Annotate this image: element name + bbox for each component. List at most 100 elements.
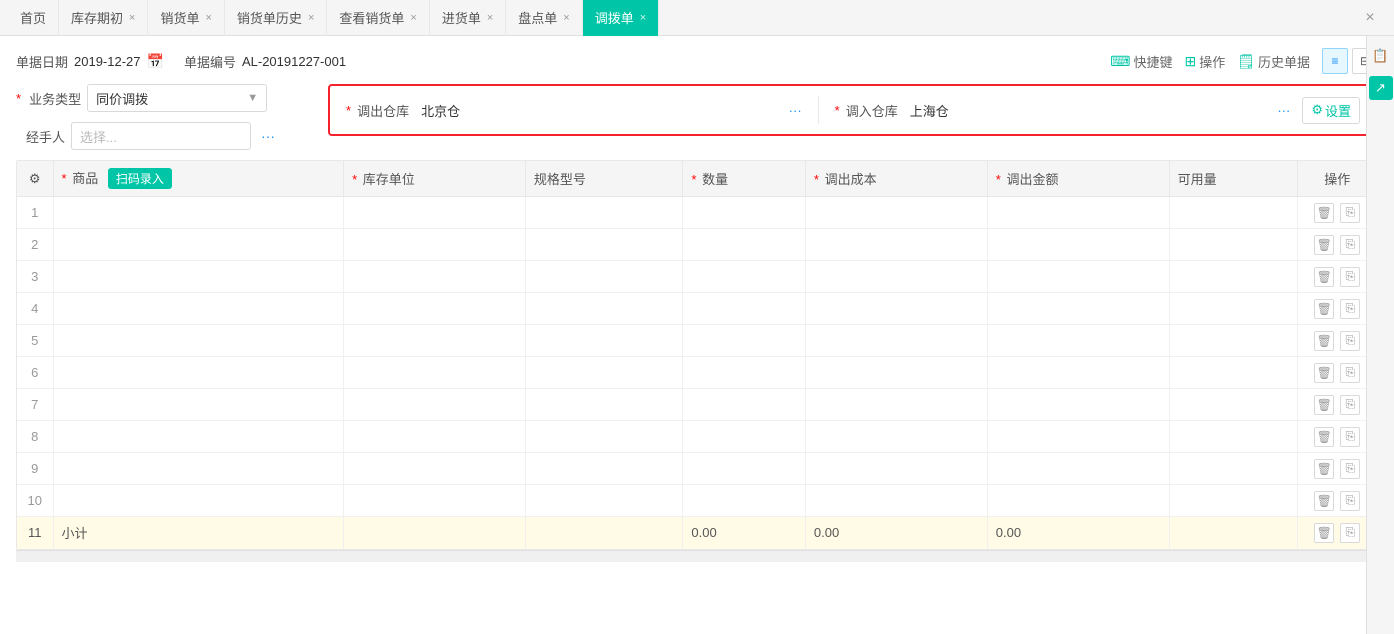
cell-amount[interactable] xyxy=(987,293,1169,325)
cell-unit[interactable] xyxy=(344,293,526,325)
cell-product[interactable] xyxy=(53,389,344,421)
copy-row-icon[interactable]: ⎘ xyxy=(1340,203,1360,223)
cell-amount[interactable] xyxy=(987,197,1169,229)
scan-input-button[interactable]: 扫码录入 xyxy=(108,168,172,189)
tab-sales-history[interactable]: 销货单历史 × xyxy=(225,0,327,36)
list-view-button[interactable]: ≡ xyxy=(1322,48,1348,74)
copy-row-icon[interactable]: ⎘ xyxy=(1340,267,1360,287)
cell-quantity[interactable] xyxy=(683,421,806,453)
cell-amount[interactable] xyxy=(987,357,1169,389)
tab-transfer[interactable]: 调拨单 × xyxy=(583,0,659,36)
copy-row-icon[interactable]: ⎘ xyxy=(1340,299,1360,319)
tab-close-inventory-init[interactable]: × xyxy=(129,12,135,24)
handler-input[interactable]: 选择... xyxy=(71,122,251,150)
cell-quantity[interactable] xyxy=(683,325,806,357)
delete-row-icon[interactable]: 🗑 xyxy=(1314,459,1334,479)
cell-quantity[interactable] xyxy=(683,357,806,389)
cell-spec[interactable] xyxy=(525,421,682,453)
cell-spec[interactable] xyxy=(525,357,682,389)
tab-stocktake[interactable]: 盘点单 × xyxy=(506,0,582,36)
cell-product[interactable] xyxy=(53,421,344,453)
window-close-button[interactable]: × xyxy=(1354,2,1386,34)
tab-home[interactable]: 首页 xyxy=(8,0,59,36)
cell-spec[interactable] xyxy=(525,485,682,517)
cell-spec[interactable] xyxy=(525,453,682,485)
cell-product[interactable] xyxy=(53,229,344,261)
cell-amount[interactable] xyxy=(987,325,1169,357)
cell-unit[interactable] xyxy=(344,261,526,293)
cell-cost[interactable] xyxy=(805,485,987,517)
cell-product[interactable] xyxy=(53,485,344,517)
horizontal-scrollbar[interactable] xyxy=(16,550,1378,562)
handler-more-icon[interactable]: ··· xyxy=(261,128,275,144)
delete-row-icon[interactable]: 🗑 xyxy=(1314,299,1334,319)
tab-close-stocktake[interactable]: × xyxy=(563,12,569,24)
delete-icon[interactable]: 🗑 xyxy=(1314,523,1334,543)
cell-spec[interactable] xyxy=(525,261,682,293)
cell-product[interactable] xyxy=(53,261,344,293)
delete-row-icon[interactable]: 🗑 xyxy=(1314,203,1334,223)
copy-row-icon[interactable]: ⎘ xyxy=(1340,427,1360,447)
cell-spec[interactable] xyxy=(525,197,682,229)
cell-cost[interactable] xyxy=(805,453,987,485)
warehouse-settings-button[interactable]: ⚙ 设置 xyxy=(1302,97,1360,124)
cell-amount[interactable] xyxy=(987,421,1169,453)
cell-amount[interactable] xyxy=(987,389,1169,421)
delete-row-icon[interactable]: 🗑 xyxy=(1314,267,1334,287)
tab-inventory-init[interactable]: 库存期初 × xyxy=(59,0,148,36)
copy-row-icon[interactable]: ⎘ xyxy=(1340,331,1360,351)
cell-quantity[interactable] xyxy=(683,453,806,485)
cell-spec[interactable] xyxy=(525,293,682,325)
tab-purchase[interactable]: 进货单 × xyxy=(430,0,506,36)
cell-cost[interactable] xyxy=(805,229,987,261)
cell-unit[interactable] xyxy=(344,357,526,389)
cell-unit[interactable] xyxy=(344,325,526,357)
cell-quantity[interactable] xyxy=(683,261,806,293)
business-type-input[interactable]: 同价调拨 ▼ xyxy=(87,84,267,112)
tab-close-purchase[interactable]: × xyxy=(487,12,493,24)
copy-row-icon[interactable]: ⎘ xyxy=(1340,395,1360,415)
sidebar-notes-icon[interactable]: 📋 xyxy=(1369,44,1393,68)
copy-row-icon[interactable]: ⎘ xyxy=(1340,459,1360,479)
cell-unit[interactable] xyxy=(344,197,526,229)
cell-cost[interactable] xyxy=(805,261,987,293)
cell-cost[interactable] xyxy=(805,421,987,453)
tab-close-transfer[interactable]: × xyxy=(640,12,646,24)
cell-unit[interactable] xyxy=(344,229,526,261)
cell-amount[interactable] xyxy=(987,261,1169,293)
cell-quantity[interactable] xyxy=(683,485,806,517)
tab-close-sales-history[interactable]: × xyxy=(308,12,314,24)
cell-amount[interactable] xyxy=(987,453,1169,485)
cell-product[interactable] xyxy=(53,453,344,485)
calendar-icon[interactable]: 📅 xyxy=(147,53,164,70)
cell-spec[interactable] xyxy=(525,389,682,421)
cell-unit[interactable] xyxy=(344,485,526,517)
tab-close-view-sales[interactable]: × xyxy=(410,12,416,24)
cell-product[interactable] xyxy=(53,357,344,389)
cell-cost[interactable] xyxy=(805,389,987,421)
copy-row-icon[interactable]: ⎘ xyxy=(1340,235,1360,255)
delete-row-icon[interactable]: 🗑 xyxy=(1314,331,1334,351)
tab-close-sales-order[interactable]: × xyxy=(205,12,211,24)
cell-spec[interactable] xyxy=(525,229,682,261)
cell-amount[interactable] xyxy=(987,229,1169,261)
cell-unit[interactable] xyxy=(344,421,526,453)
cell-product[interactable] xyxy=(53,293,344,325)
cell-product[interactable] xyxy=(53,197,344,229)
history-action[interactable]: 🗒 历史单据 xyxy=(1237,52,1310,71)
warehouse-in-more-icon[interactable]: ··· xyxy=(1277,103,1290,118)
cell-quantity[interactable] xyxy=(683,389,806,421)
cell-quantity[interactable] xyxy=(683,293,806,325)
sidebar-external-icon[interactable]: ↗ xyxy=(1369,76,1393,100)
delete-row-icon[interactable]: 🗑 xyxy=(1314,235,1334,255)
cell-quantity[interactable] xyxy=(683,229,806,261)
operations-action[interactable]: ⊞ 操作 xyxy=(1184,52,1225,71)
shortcut-action[interactable]: ⌨ 快捷键 xyxy=(1110,52,1172,71)
cell-spec[interactable] xyxy=(525,325,682,357)
cell-cost[interactable] xyxy=(805,325,987,357)
cell-quantity[interactable] xyxy=(683,197,806,229)
cell-unit[interactable] xyxy=(344,389,526,421)
copy-row-icon[interactable]: ⎘ xyxy=(1340,491,1360,511)
delete-row-icon[interactable]: 🗑 xyxy=(1314,363,1334,383)
warehouse-out-more-icon[interactable]: ··· xyxy=(789,103,802,118)
